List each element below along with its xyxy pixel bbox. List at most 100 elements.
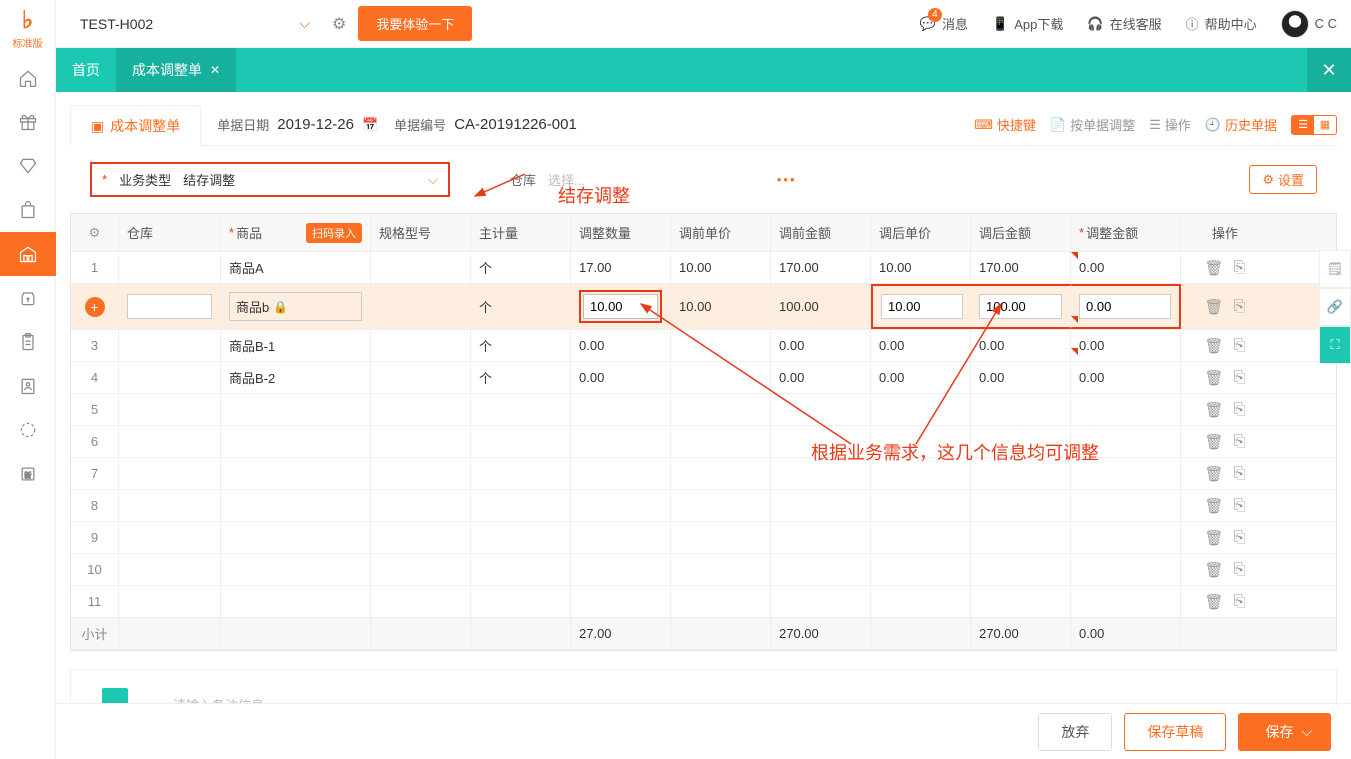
doc-tab: ▣ 成本调整单 (70, 105, 201, 146)
col-pre-price: 调前单价 (671, 214, 771, 251)
operate-action[interactable]: ☰ 操作 (1149, 115, 1191, 134)
copy-icon[interactable]: ⎘ (1234, 401, 1246, 418)
app-download-link[interactable]: 📱 App下载 (992, 14, 1063, 33)
view-grid-icon[interactable]: ▦ (1314, 116, 1336, 134)
link-tool-icon[interactable]: 🔗 (1319, 288, 1351, 326)
post-price-input[interactable] (881, 294, 963, 319)
close-icon[interactable]: ✕ (210, 63, 220, 77)
delete-icon[interactable]: 🗑 (1204, 465, 1223, 483)
sidebar-new-icon[interactable]: 新 (0, 452, 56, 496)
col-pre-amt: 调前金额 (771, 214, 871, 251)
delete-icon[interactable]: 🗑 (1204, 298, 1223, 316)
table-row[interactable]: 8 🗑⎘ (71, 490, 1336, 522)
table-row[interactable]: 6 🗑⎘ (71, 426, 1336, 458)
copy-icon[interactable]: ⎘ (1234, 298, 1246, 315)
sidebar-warehouse-icon[interactable] (0, 232, 56, 276)
user-menu[interactable]: C C (1281, 10, 1337, 38)
post-amt-input[interactable] (979, 294, 1062, 319)
sidebar-diamond-icon[interactable] (0, 144, 56, 188)
sidebar-user-icon[interactable] (0, 364, 56, 408)
sidebar: ♭ 标准版 新 (0, 0, 56, 759)
gear-icon[interactable]: ⚙ (332, 14, 346, 34)
byorder-action[interactable]: 📄 按单据调整 (1050, 115, 1135, 134)
table-row[interactable]: 7 🗑⎘ (71, 458, 1336, 490)
sidebar-money-icon[interactable] (0, 276, 56, 320)
copy-icon[interactable]: ⎘ (1234, 497, 1246, 514)
sidebar-gift-icon[interactable] (0, 100, 56, 144)
save-draft-button[interactable]: 保存草稿 (1124, 713, 1226, 751)
avatar (1281, 10, 1309, 38)
customer-service-link[interactable]: 🎧 在线客服 (1087, 14, 1161, 33)
view-list-icon[interactable]: ☰ (1292, 116, 1314, 134)
table-row[interactable]: 1 商品A 个 17.00 10.00 170.00 10.00 170.00 … (71, 252, 1336, 284)
gear-icon: ⚙ (1262, 172, 1274, 188)
col-post-amt: 调后金额 (971, 214, 1071, 251)
expand-tool-icon[interactable]: ⛶ (1319, 326, 1351, 364)
filter-row: * 业务类型 结存调整 ⌵ 结存调整 仓库 选择... ••• ⚙ 设置 (70, 146, 1337, 213)
copy-icon[interactable]: ⎘ (1234, 337, 1246, 354)
sidebar-clipboard-icon[interactable] (0, 320, 56, 364)
more-icon[interactable]: ••• (777, 172, 797, 187)
history-action[interactable]: 🕘 历史单据 (1205, 115, 1277, 134)
sidebar-cycle-icon[interactable] (0, 408, 56, 452)
col-warehouse: 仓库 (119, 214, 221, 251)
shortcut-action[interactable]: ⌨ 快捷键 (974, 115, 1036, 134)
gear-icon[interactable]: ⚙ (85, 223, 105, 243)
tab-cost-adjust[interactable]: 成本调整单 ✕ (116, 48, 236, 92)
delete-icon[interactable]: 🗑 (1204, 433, 1223, 451)
table-row[interactable]: 10 🗑⎘ (71, 554, 1336, 586)
message-badge: 4 (928, 8, 942, 22)
doc-header: ▣ 成本调整单 单据日期 2019-12-26 📅 单据编号 CA-201912… (70, 104, 1337, 146)
close-all-icon[interactable]: ✕ (1307, 48, 1351, 92)
date-field[interactable]: 单据日期 2019-12-26 📅 (217, 115, 378, 134)
add-row-button[interactable]: + (85, 297, 105, 317)
delete-icon[interactable]: 🗑 (1204, 369, 1223, 387)
logo: ♭ 标准版 (12, 8, 44, 48)
table-row[interactable]: 4 商品B-2 个 0.00 0.00 0.00 0.00 0.00 🗑⎘ (71, 362, 1336, 394)
wh-input[interactable] (127, 294, 212, 319)
copy-icon[interactable]: ⎘ (1234, 259, 1246, 276)
warehouse-select[interactable]: 仓库 选择... ••• (510, 170, 797, 189)
table-row[interactable]: 9 🗑⎘ (71, 522, 1336, 554)
table-subtotal: 小计 27.00 270.00 270.00 0.00 (71, 618, 1336, 650)
tab-home[interactable]: 首页 (56, 48, 116, 92)
copy-icon[interactable]: ⎘ (1234, 593, 1246, 610)
discard-button[interactable]: 放弃 (1038, 713, 1112, 751)
table-row[interactable]: + 商品b🔒 个 10.00 100.00 🗑⎘ (71, 284, 1336, 330)
delete-icon[interactable]: 🗑 (1204, 497, 1223, 515)
footer: 放弃 保存草稿 保存⌵ (56, 703, 1351, 759)
note-tool-icon[interactable]: 🗒 (1319, 250, 1351, 288)
logo-text: 标准版 (13, 35, 43, 50)
headset-icon: 🎧 (1087, 16, 1103, 32)
delete-icon[interactable]: 🗑 (1204, 593, 1223, 611)
org-name: TEST-H002 (80, 16, 153, 32)
logo-icon: ♭ (22, 6, 33, 35)
copy-icon[interactable]: ⎘ (1234, 561, 1246, 578)
help-link[interactable]: ⓘ 帮助中心 (1186, 14, 1257, 33)
qty-input[interactable] (583, 294, 658, 319)
sidebar-bag-icon[interactable] (0, 188, 56, 232)
delete-icon[interactable]: 🗑 (1204, 259, 1223, 277)
delete-icon[interactable]: 🗑 (1204, 401, 1223, 419)
copy-icon[interactable]: ⎘ (1234, 369, 1246, 386)
delete-icon[interactable]: 🗑 (1204, 337, 1223, 355)
org-selector[interactable]: TEST-H002 ⌵ (70, 11, 320, 36)
biz-type-select[interactable]: * 业务类型 结存调整 ⌵ (90, 162, 450, 197)
table-row[interactable]: 5 🗑⎘ (71, 394, 1336, 426)
table-row[interactable]: 3 商品B-1 个 0.00 0.00 0.00 0.00 0.00 🗑⎘ (71, 330, 1336, 362)
lock-icon: 🔒 (273, 300, 288, 314)
message-link[interactable]: 💬 4 消息 (920, 14, 968, 33)
table-row[interactable]: 11 🗑⎘ (71, 586, 1336, 618)
sidebar-home-icon[interactable] (0, 56, 56, 100)
save-button[interactable]: 保存⌵ (1238, 713, 1331, 751)
settings-button[interactable]: ⚙ 设置 (1249, 165, 1317, 194)
delete-icon[interactable]: 🗑 (1204, 529, 1223, 547)
chevron-down-icon: ⌵ (1301, 723, 1312, 740)
scan-badge[interactable]: 扫码录入 (306, 223, 362, 243)
copy-icon[interactable]: ⎘ (1234, 433, 1246, 450)
copy-icon[interactable]: ⎘ (1234, 529, 1246, 546)
adj-amt-input[interactable] (1079, 294, 1171, 319)
delete-icon[interactable]: 🗑 (1204, 561, 1223, 579)
experience-button[interactable]: 我要体验一下 (358, 6, 472, 41)
copy-icon[interactable]: ⎘ (1234, 465, 1246, 482)
